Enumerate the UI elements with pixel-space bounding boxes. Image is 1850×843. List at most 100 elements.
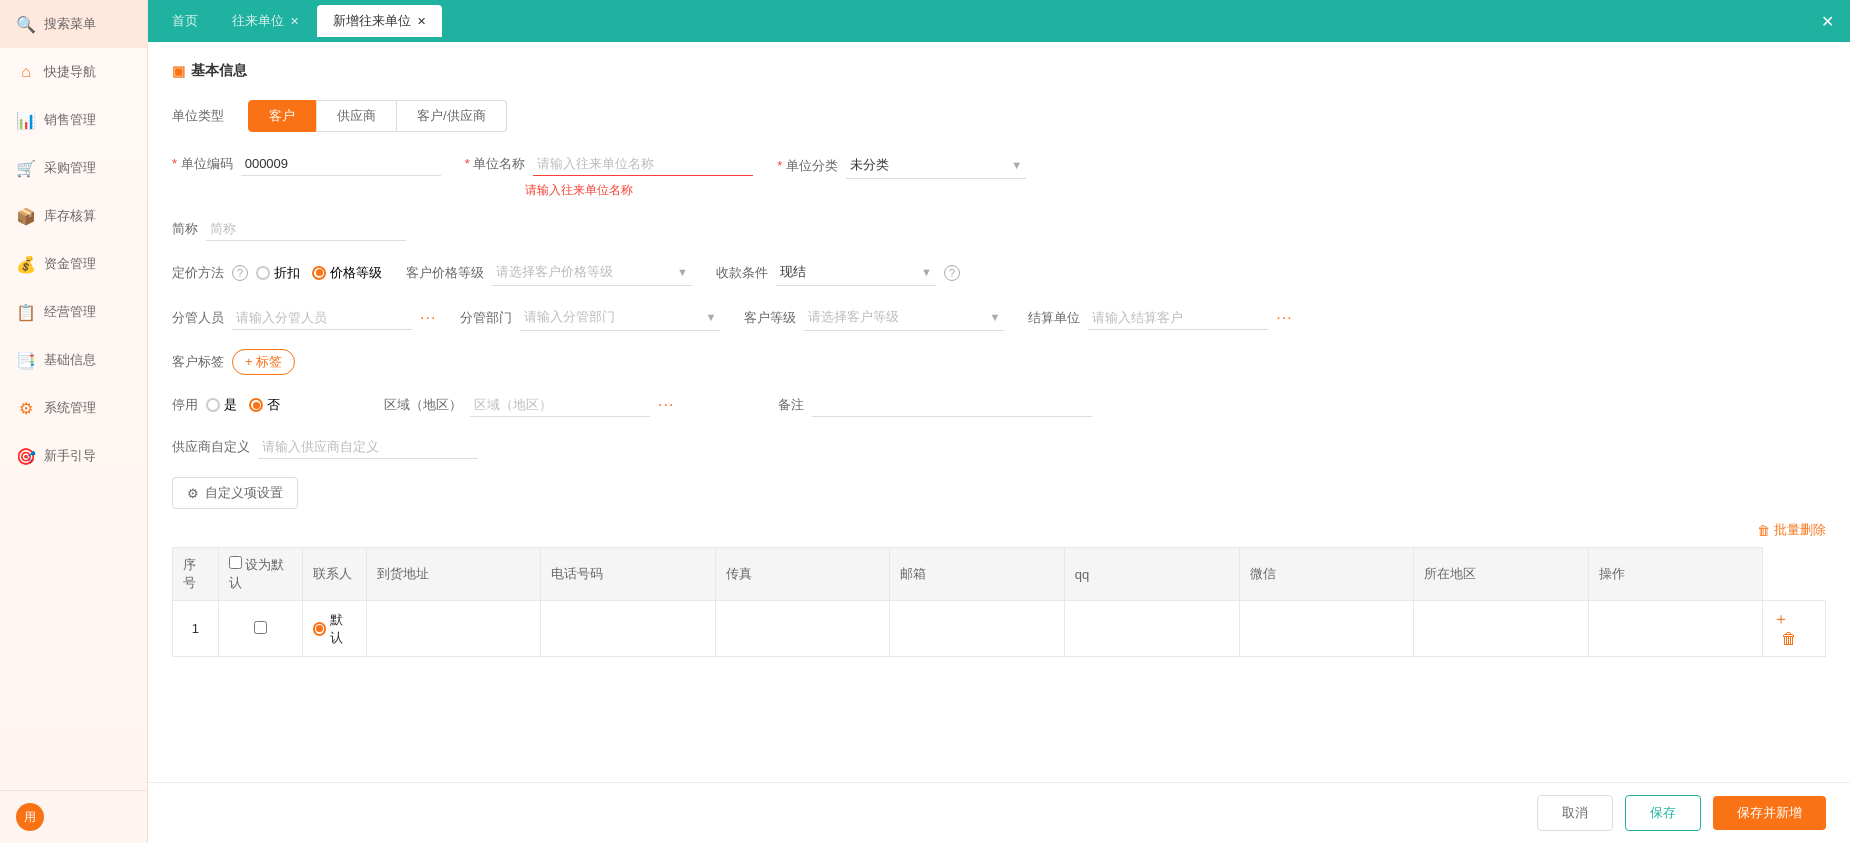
unit-code-field: 单位编码 — [172, 152, 441, 176]
cell-contact[interactable] — [366, 601, 541, 657]
radio-price-level[interactable]: 价格等级 — [312, 264, 382, 282]
qq-input[interactable] — [1250, 621, 1404, 636]
unit-name-input[interactable] — [533, 152, 753, 176]
payment-terms-label: 收款条件 — [716, 264, 768, 282]
col-contact: 联系人 — [302, 548, 366, 601]
remark-label: 备注 — [778, 396, 804, 414]
unit-category-field: 单位分类 未分类 ▼ — [777, 152, 1026, 179]
save-button[interactable]: 保存 — [1625, 795, 1701, 831]
sidebar-item-operations[interactable]: 📋 经营管理 — [0, 288, 147, 336]
phone-input[interactable] — [726, 621, 880, 636]
department-select[interactable]: 请输入分管部门 ▼ — [520, 304, 720, 331]
address-input[interactable] — [551, 621, 705, 636]
unit-name-field: 单位名称 请输入往来单位名称 — [465, 152, 754, 199]
sidebar-item-system[interactable]: ⚙ 系统管理 — [0, 384, 147, 432]
col-seq: 序号 — [173, 548, 219, 601]
cell-email[interactable] — [1064, 601, 1239, 657]
settlement-more-icon[interactable]: ··· — [1276, 309, 1292, 327]
abbr-input[interactable] — [206, 217, 406, 241]
wechat-input[interactable] — [1424, 621, 1578, 636]
customer-level-select[interactable]: 请选择客户等级 ▼ — [804, 304, 1004, 331]
cell-qq[interactable] — [1239, 601, 1414, 657]
remark-input[interactable] — [812, 393, 1092, 417]
cell-wechat[interactable] — [1414, 601, 1589, 657]
col-address: 到货地址 — [366, 548, 541, 601]
add-row-icon[interactable]: ＋ — [1773, 610, 1789, 627]
abbr-row: 简称 — [172, 217, 1826, 241]
cell-region2[interactable] — [1588, 601, 1763, 657]
supplier-custom-row: 供应商自定义 — [172, 435, 1826, 459]
radio-no[interactable]: 否 — [249, 396, 280, 414]
select-all-checkbox[interactable] — [229, 556, 242, 569]
table-header-row: 序号 设为默认 联系人 到货地址 电话号码 传真 邮箱 qq 微信 所在地区 操… — [173, 548, 1826, 601]
cancel-button[interactable]: 取消 — [1537, 795, 1613, 831]
pricing-help-icon[interactable]: ? — [232, 265, 248, 281]
sidebar-item-purchase[interactable]: 🛒 采购管理 — [0, 144, 147, 192]
table-section: 🗑 批量删除 序号 设为默认 联系人 到货地址 电话号码 传真 邮箱 qq — [172, 521, 1826, 657]
unit-type-both[interactable]: 客户/供应商 — [397, 100, 507, 132]
batch-delete-button[interactable]: 🗑 批量删除 — [1757, 521, 1826, 539]
contact-input[interactable] — [377, 621, 531, 636]
cell-address[interactable] — [541, 601, 716, 657]
tag-add-button[interactable]: + 标签 — [232, 349, 295, 375]
tag-label: 客户标签 — [172, 353, 224, 371]
doc-icon: 📑 — [16, 350, 36, 370]
cell-seq: 1 — [173, 601, 219, 657]
sidebar-item-sales[interactable]: 📊 销售管理 — [0, 96, 147, 144]
code-name-row: 单位编码 单位名称 请输入往来单位名称 单位分类 未分类 ▼ — [172, 152, 1826, 199]
sidebar-item-basic[interactable]: 📑 基础信息 — [0, 336, 147, 384]
chart-icon: 📊 — [16, 110, 36, 130]
tab-partner[interactable]: 往来单位 ✕ — [216, 5, 315, 37]
region2-input[interactable] — [1599, 621, 1753, 636]
tab-home[interactable]: 首页 — [156, 5, 214, 37]
radio-discount[interactable]: 折扣 — [256, 264, 300, 282]
col-fax: 传真 — [715, 548, 890, 601]
sidebar-item-quick-nav[interactable]: ⌂ 快捷导航 — [0, 48, 147, 96]
tab-bar-close[interactable]: ✕ — [1813, 8, 1842, 35]
unit-name-error: 请输入往来单位名称 — [525, 182, 633, 199]
payment-terms-select[interactable]: 现结 ▼ — [776, 259, 936, 286]
payment-help-icon[interactable]: ? — [944, 265, 960, 281]
region-more-icon[interactable]: ··· — [658, 396, 674, 414]
tab-partner-close[interactable]: ✕ — [290, 15, 299, 28]
custom-settings-wrap: ⚙ 自定义项设置 — [172, 477, 1826, 509]
settlement-unit-input[interactable] — [1088, 306, 1268, 330]
money-icon: 💰 — [16, 254, 36, 274]
chevron-down-icon: ▼ — [1011, 159, 1022, 171]
sidebar-item-finance[interactable]: 💰 资金管理 — [0, 240, 147, 288]
radio-yes[interactable]: 是 — [206, 396, 237, 414]
delete-row-icon[interactable]: 🗑 — [1781, 630, 1797, 647]
unit-type-customer[interactable]: 客户 — [248, 100, 316, 132]
sidebar-item-inventory[interactable]: 📦 库存核算 — [0, 192, 147, 240]
manager-row: 分管人员 ··· 分管部门 请输入分管部门 ▼ 客户等级 请选择客户等级 ▼ 结… — [172, 304, 1826, 331]
custom-settings-button[interactable]: ⚙ 自定义项设置 — [172, 477, 298, 509]
unit-code-input[interactable] — [241, 152, 441, 176]
avatar: 用 — [16, 803, 44, 831]
unit-category-select[interactable]: 未分类 ▼ — [846, 152, 1026, 179]
region-input[interactable] — [470, 393, 650, 417]
cell-checkbox — [218, 601, 302, 657]
col-region: 所在地区 — [1414, 548, 1589, 601]
form-area: ▣ 基本信息 单位类型 客户 供应商 客户/供应商 单位编码 单位名称 — [148, 42, 1850, 782]
supplier-custom-input[interactable] — [258, 435, 478, 459]
customer-price-level-select[interactable]: 请选择客户价格等级 ▼ — [492, 259, 692, 286]
cell-phone[interactable] — [715, 601, 890, 657]
customer-level-field: 客户等级 请选择客户等级 ▼ — [744, 304, 1004, 331]
save-new-button[interactable]: 保存并新增 — [1713, 796, 1826, 830]
sidebar-item-search[interactable]: 🔍 搜索菜单 — [0, 0, 147, 48]
sidebar: 🔍 搜索菜单 ⌂ 快捷导航 📊 销售管理 🛒 采购管理 📦 库存核算 💰 资金管… — [0, 0, 148, 843]
unit-type-supplier[interactable]: 供应商 — [316, 100, 397, 132]
department-label: 分管部门 — [460, 309, 512, 327]
region-field: 区域（地区） ··· — [384, 393, 674, 417]
cell-fax[interactable] — [890, 601, 1065, 657]
fax-input[interactable] — [900, 621, 1054, 636]
manager-more-icon[interactable]: ··· — [420, 309, 436, 327]
email-input[interactable] — [1075, 621, 1229, 636]
default-radio[interactable]: 默认 — [313, 611, 356, 647]
sidebar-item-guide[interactable]: 🎯 新手引导 — [0, 432, 147, 480]
tab-new-partner-close[interactable]: ✕ — [417, 15, 426, 28]
main-area: 首页 往来单位 ✕ 新增往来单位 ✕ ✕ ▣ 基本信息 单位类型 客户 供应商 … — [148, 0, 1850, 843]
tab-new-partner[interactable]: 新增往来单位 ✕ — [317, 5, 442, 37]
manager-input[interactable] — [232, 306, 412, 330]
row-checkbox[interactable] — [254, 621, 267, 634]
